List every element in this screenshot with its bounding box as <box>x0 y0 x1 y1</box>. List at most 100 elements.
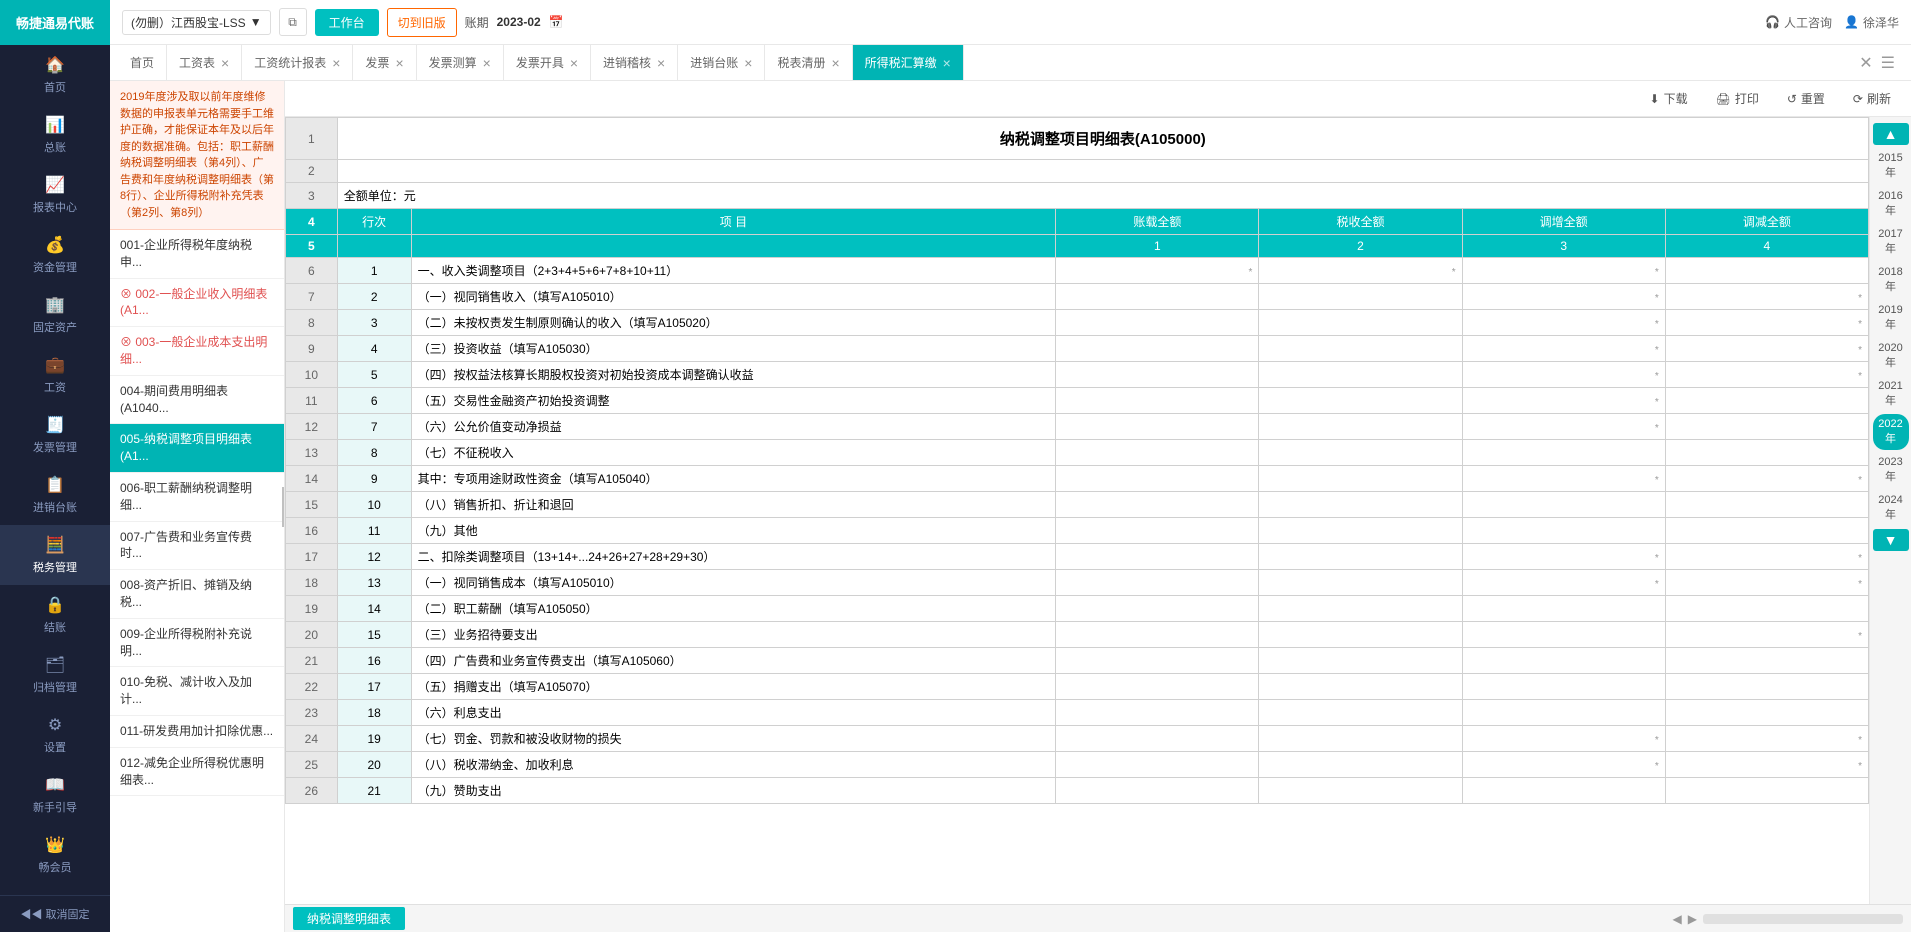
year-item-2021[interactable]: 2021年 <box>1873 376 1909 412</box>
data-cell-c4[interactable] <box>1665 596 1868 622</box>
data-cell-c3[interactable]: * <box>1462 466 1665 492</box>
data-cell-c2[interactable] <box>1259 596 1462 622</box>
year-item-2018[interactable]: 2018年 <box>1873 262 1909 298</box>
data-cell-c3[interactable]: * <box>1462 544 1665 570</box>
tab-close-icon[interactable]: × <box>332 55 340 71</box>
data-cell-c1[interactable] <box>1056 700 1259 726</box>
old-version-button[interactable]: 切到旧版 <box>387 8 457 37</box>
data-cell-c4[interactable] <box>1665 778 1868 804</box>
tab-工资统计报表[interactable]: 工资统计报表× <box>242 45 353 81</box>
sidebar-item-report[interactable]: 📈报表中心 <box>0 165 110 225</box>
left-menu-item-005[interactable]: 005-纳税调整项目明细表(A1... <box>110 424 284 473</box>
data-cell-c1[interactable] <box>1056 492 1259 518</box>
scroll-left-icon[interactable]: ◀ <box>1673 912 1682 926</box>
data-cell-c1[interactable] <box>1056 596 1259 622</box>
data-cell-c3[interactable]: * <box>1462 362 1665 388</box>
sidebar-item-fixed-asset[interactable]: 🏢固定资产 <box>0 285 110 345</box>
tabs-close-all[interactable]: ✕☰ <box>1851 53 1903 73</box>
data-cell-c1[interactable] <box>1056 310 1259 336</box>
left-menu-item-006[interactable]: 006-职工薪酬纳税调整明细... <box>110 473 284 522</box>
data-cell-c2[interactable] <box>1259 700 1462 726</box>
data-cell-c4[interactable] <box>1665 440 1868 466</box>
data-cell-c2[interactable]: * <box>1259 258 1462 284</box>
bottom-sheet-tab[interactable]: 纳税调整明细表 <box>293 907 405 930</box>
data-cell-c2[interactable] <box>1259 622 1462 648</box>
year-item-2024[interactable]: 2024年 <box>1873 490 1909 526</box>
refresh-button[interactable]: ⟳ 刷新 <box>1845 87 1899 110</box>
year-item-2016[interactable]: 2016年 <box>1873 186 1909 222</box>
sidebar-item-vip[interactable]: 👑畅会员 <box>0 825 110 885</box>
data-cell-c4[interactable]: * <box>1665 544 1868 570</box>
print-button[interactable]: 🖨 打印 <box>1708 87 1767 110</box>
data-cell-c4[interactable]: * <box>1665 336 1868 362</box>
left-menu-item-002[interactable]: ⊗ 002-一般企业收入明细表(A1... <box>110 279 284 328</box>
sidebar-item-home[interactable]: 🏠首页 <box>0 45 110 105</box>
data-cell-c1[interactable]: * <box>1056 258 1259 284</box>
data-cell-c4[interactable]: * <box>1665 284 1868 310</box>
data-cell-c4[interactable] <box>1665 414 1868 440</box>
data-cell-c4[interactable]: * <box>1665 726 1868 752</box>
data-cell-c2[interactable] <box>1259 362 1462 388</box>
data-cell-c3[interactable]: * <box>1462 414 1665 440</box>
data-cell-c2[interactable] <box>1259 336 1462 362</box>
left-menu-item-010[interactable]: 010-免税、减计收入及加计... <box>110 667 284 716</box>
tab-发票测算[interactable]: 发票测算× <box>417 45 504 81</box>
data-cell-c3[interactable] <box>1462 492 1665 518</box>
left-menu-item-007[interactable]: 007-广告费和业务宣传费时... <box>110 522 284 571</box>
year-item-2017[interactable]: 2017年 <box>1873 224 1909 260</box>
data-cell-c1[interactable] <box>1056 648 1259 674</box>
tab-close-icon[interactable]: × <box>483 55 491 71</box>
year-item-2022[interactable]: 2022年 <box>1873 414 1909 450</box>
left-menu-item-003[interactable]: ⊗ 003-一般企业成本支出明细... <box>110 327 284 376</box>
tab-close-icon[interactable]: × <box>221 55 229 71</box>
data-cell-c2[interactable] <box>1259 570 1462 596</box>
sidebar-item-guide[interactable]: 📖新手引导 <box>0 765 110 825</box>
sidebar-item-invoice-mgmt[interactable]: 🧾发票管理 <box>0 405 110 465</box>
left-menu-item-008[interactable]: 008-资产折旧、摊销及纳税... <box>110 570 284 619</box>
data-cell-c2[interactable] <box>1259 414 1462 440</box>
data-cell-c1[interactable] <box>1056 570 1259 596</box>
sidebar-item-purchase-ledger[interactable]: 📋进销台账 <box>0 465 110 525</box>
data-cell-c1[interactable] <box>1056 674 1259 700</box>
year-item-2019[interactable]: 2019年 <box>1873 300 1909 336</box>
user-info[interactable]: 👤 徐泽华 <box>1844 14 1899 31</box>
data-cell-c2[interactable] <box>1259 310 1462 336</box>
left-menu-item-001[interactable]: 001-企业所得税年度纳税申... <box>110 230 284 279</box>
data-cell-c3[interactable]: * <box>1462 726 1665 752</box>
left-menu-item-004[interactable]: 004-期间费用明细表(A1040... <box>110 376 284 425</box>
data-cell-c4[interactable]: * <box>1665 362 1868 388</box>
data-cell-c1[interactable] <box>1056 544 1259 570</box>
data-cell-c2[interactable] <box>1259 440 1462 466</box>
tab-税表清册[interactable]: 税表清册× <box>765 45 852 81</box>
data-cell-c2[interactable] <box>1259 778 1462 804</box>
data-cell-c4[interactable] <box>1665 700 1868 726</box>
tab-所得税汇算缴[interactable]: 所得税汇算缴× <box>853 45 964 81</box>
data-cell-c4[interactable]: * <box>1665 466 1868 492</box>
data-cell-c1[interactable] <box>1056 752 1259 778</box>
data-cell-c3[interactable]: * <box>1462 336 1665 362</box>
data-cell-c3[interactable]: * <box>1462 284 1665 310</box>
left-menu-item-012[interactable]: 012-减免企业所得税优惠明细表... <box>110 748 284 797</box>
sidebar-item-archive[interactable]: 🗂归档管理 <box>0 645 110 705</box>
data-cell-c2[interactable] <box>1259 648 1462 674</box>
data-cell-c4[interactable]: * <box>1665 622 1868 648</box>
unpin-button[interactable]: ◀◀ 取消固定 <box>0 895 110 932</box>
data-cell-c4[interactable] <box>1665 258 1868 284</box>
sidebar-item-closing[interactable]: 🔒结账 <box>0 585 110 645</box>
sidebar-item-tax-mgmt[interactable]: 🧮税务管理 <box>0 525 110 585</box>
data-cell-c1[interactable] <box>1056 440 1259 466</box>
tab-进销台账[interactable]: 进销台账× <box>678 45 765 81</box>
copy-icon[interactable]: ⧉ <box>279 8 307 36</box>
sidebar-item-ledger[interactable]: 📊总账 <box>0 105 110 165</box>
tab-close-icon[interactable]: × <box>744 55 752 71</box>
data-cell-c1[interactable] <box>1056 362 1259 388</box>
data-cell-c1[interactable] <box>1056 284 1259 310</box>
sidebar-item-asset-mgmt[interactable]: 💰资金管理 <box>0 225 110 285</box>
tab-发票开具[interactable]: 发票开具× <box>504 45 591 81</box>
data-cell-c3[interactable] <box>1462 518 1665 544</box>
data-cell-c2[interactable] <box>1259 388 1462 414</box>
company-selector[interactable]: (勿删）江西股宝-LSS ▼ <box>122 10 271 35</box>
data-cell-c3[interactable]: * <box>1462 258 1665 284</box>
data-cell-c1[interactable] <box>1056 414 1259 440</box>
data-cell-c2[interactable] <box>1259 544 1462 570</box>
